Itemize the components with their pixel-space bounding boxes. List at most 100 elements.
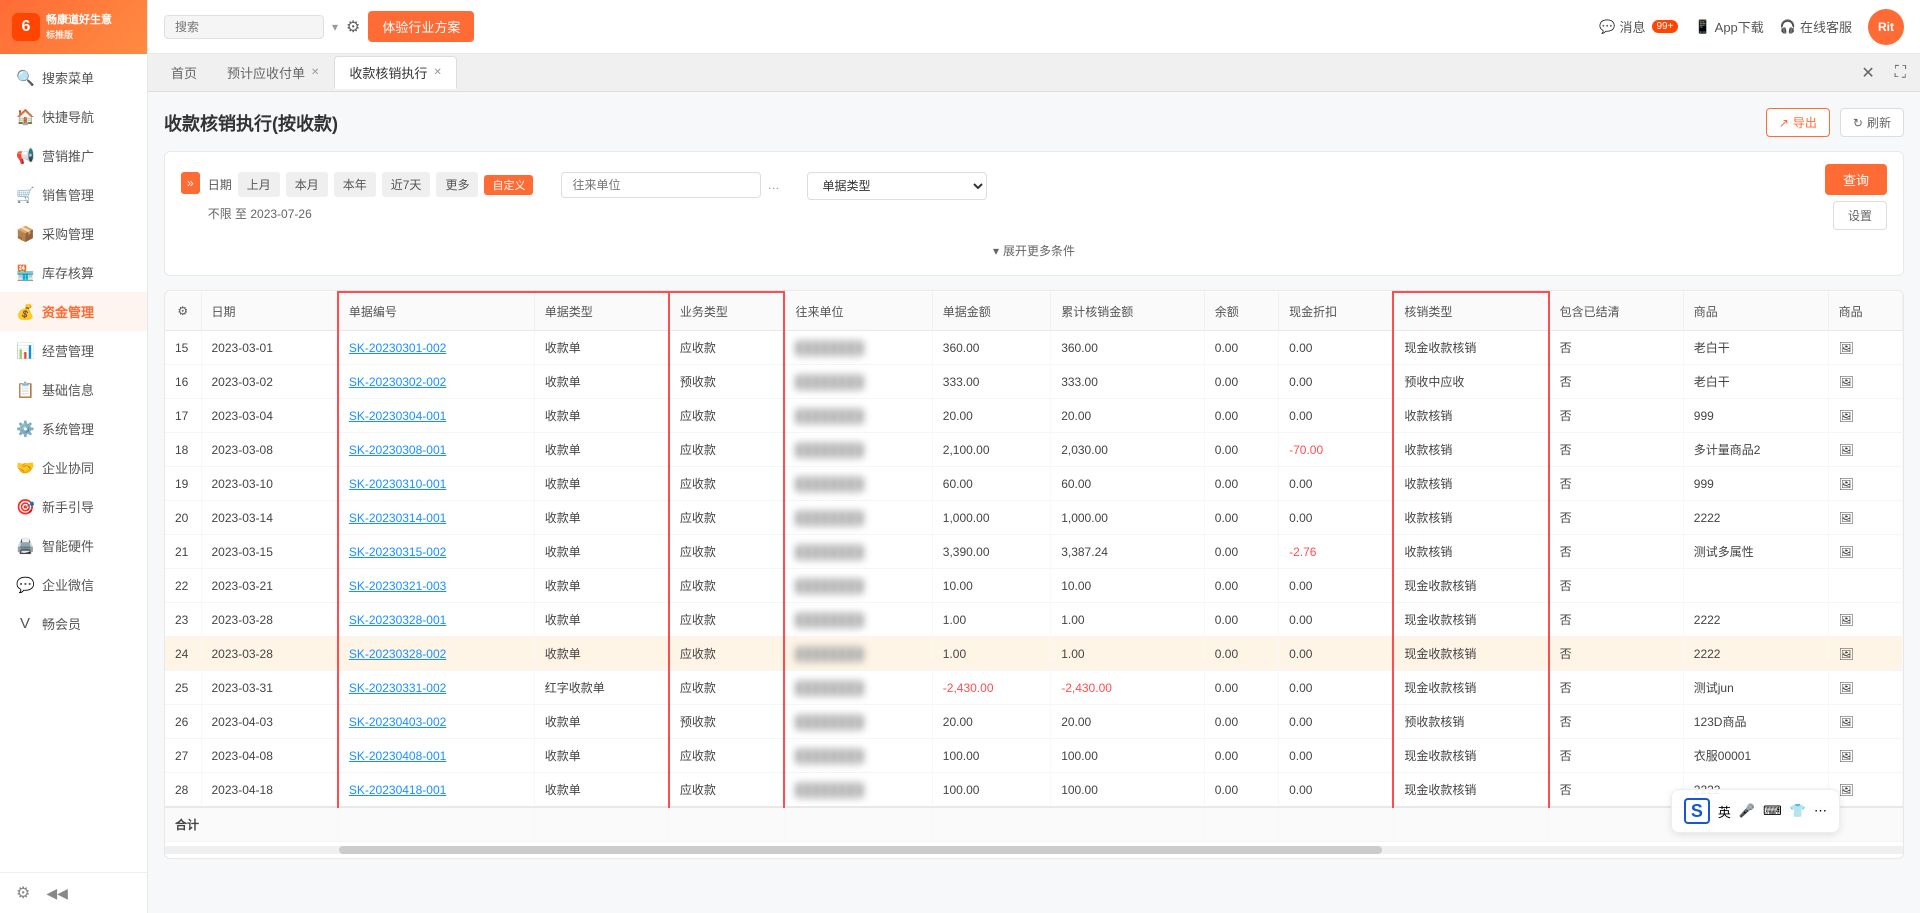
cell-voucher-no[interactable]: SK-20230321-003 (338, 569, 534, 603)
query-button[interactable]: 查询 (1825, 164, 1887, 195)
cell-writeoff-type: 收款核销 (1393, 399, 1548, 433)
tab-maximize-button[interactable]: ⛶ (1889, 59, 1912, 87)
messages-action[interactable]: 💬 消息 99+ (1599, 17, 1678, 36)
tab-receipt-close-icon[interactable]: ✕ (433, 67, 441, 78)
cell-voucher-type: 收款单 (534, 637, 669, 671)
table-scroll-wrapper[interactable]: ⚙ 日期 单据编号 单据类型 业务类型 往来单位 单据金额 累计核销金额 余额 … (165, 291, 1903, 842)
cell-voucher-no[interactable]: SK-20230408-001 (338, 739, 534, 773)
filter-date-this-month[interactable]: 本月 (286, 172, 328, 197)
filter-date-custom[interactable]: 自定义 (484, 175, 533, 195)
user-avatar-action[interactable]: Rit (1868, 9, 1904, 45)
tab-receipt[interactable]: 收款核销执行 ✕ (334, 56, 456, 89)
sidebar-item-sales[interactable]: 🛒 销售管理 (0, 175, 147, 214)
more-icon[interactable]: ⋯ (1814, 803, 1827, 819)
sidebar-item-operation[interactable]: 📊 经营管理 (0, 331, 147, 370)
shirt-icon[interactable]: 👕 (1790, 803, 1806, 819)
header-gear-icon[interactable]: ⚙ (346, 17, 360, 37)
cell-voucher-no[interactable]: SK-20230304-001 (338, 399, 534, 433)
cell-writeoff-type: 现金收款核销 (1393, 603, 1548, 637)
cell-voucher-no[interactable]: SK-20230314-001 (338, 501, 534, 535)
cell-voucher-type: 收款单 (534, 569, 669, 603)
partner-input[interactable] (561, 172, 761, 198)
cell-row-no: 28 (165, 773, 201, 808)
sidebar-item-basic[interactable]: 📋 基础信息 (0, 370, 147, 409)
cell-voucher-no[interactable]: SK-20230328-001 (338, 603, 534, 637)
sidebar-settings-icon[interactable]: ⚙ (16, 883, 30, 903)
cell-voucher-no-link[interactable]: SK-20230418-001 (349, 783, 446, 797)
partner-more-icon[interactable]: … (767, 178, 779, 192)
table-row: 182023-03-08SK-20230308-001收款单应收款███████… (165, 433, 1903, 467)
refresh-button[interactable]: ↻ 刷新 (1840, 108, 1904, 137)
tab-home[interactable]: 首页 (156, 56, 212, 89)
cell-voucher-no-link[interactable]: SK-20230301-002 (349, 341, 446, 355)
cell-include-settled: 否 (1549, 671, 1684, 705)
cell-voucher-no-link[interactable]: SK-20230314-001 (349, 511, 446, 525)
solution-button[interactable]: 体验行业方案 (368, 11, 474, 42)
cell-voucher-no-link[interactable]: SK-20230403-002 (349, 715, 446, 729)
sidebar-collapse-icon[interactable]: ◀◀ (46, 885, 68, 902)
table-settings-icon[interactable]: ⚙ (177, 304, 188, 318)
cell-voucher-no-link[interactable]: SK-20230315-002 (349, 545, 446, 559)
online-service-action[interactable]: 🎧 在线客服 (1780, 17, 1852, 36)
filter-date-7days[interactable]: 近7天 (382, 172, 431, 197)
cell-voucher-no-link[interactable]: SK-20230302-002 (349, 375, 446, 389)
cell-voucher-no[interactable]: SK-20230331-002 (338, 671, 534, 705)
filter-date-this-year[interactable]: 本年 (334, 172, 376, 197)
tab-presale[interactable]: 预计应收付单 ✕ (212, 56, 334, 89)
cell-voucher-no-link[interactable]: SK-20230310-001 (349, 477, 446, 491)
cell-voucher-no-link[interactable]: SK-20230328-002 (349, 647, 446, 661)
sidebar-item-inventory[interactable]: 🏪 库存核算 (0, 253, 147, 292)
nav-search-input[interactable] (164, 15, 324, 39)
table-scroll-bar[interactable] (165, 846, 1903, 854)
tab-close-all-button[interactable]: ✕ (1855, 59, 1880, 87)
sidebar-item-purchase[interactable]: 📦 采购管理 (0, 214, 147, 253)
cell-voucher-no-link[interactable]: SK-20230328-001 (349, 613, 446, 627)
filter-date-more[interactable]: 更多 (436, 172, 478, 197)
cell-row-no: 21 (165, 535, 201, 569)
microphone-icon[interactable]: 🎤 (1739, 803, 1755, 819)
sidebar-item-marketing[interactable]: 📢 营销推广 (0, 136, 147, 175)
keyboard-icon[interactable]: ⌨ (1763, 803, 1782, 819)
sidebar-item-label: 系统管理 (42, 419, 94, 438)
cell-cash-discount: 0.00 (1279, 467, 1394, 501)
cell-voucher-no[interactable]: SK-20230418-001 (338, 773, 534, 808)
sidebar-item-guide[interactable]: 🎯 新手引导 (0, 487, 147, 526)
cell-voucher-no[interactable]: SK-20230403-002 (338, 705, 534, 739)
col-settings[interactable]: ⚙ (165, 292, 201, 331)
cell-voucher-no[interactable]: SK-20230301-002 (338, 331, 534, 365)
cell-voucher-no[interactable]: SK-20230315-002 (338, 535, 534, 569)
filter-date-last-month[interactable]: 上月 (238, 172, 280, 197)
cell-voucher-no-link[interactable]: SK-20230321-003 (349, 579, 446, 593)
expand-arrow-icon[interactable]: » (181, 172, 200, 194)
voucher-type-select[interactable]: 单据类型 (807, 172, 987, 200)
sidebar-item-search[interactable]: 🔍 搜索菜单 (0, 58, 147, 97)
app-download-action[interactable]: 📱 App下载 (1694, 17, 1763, 36)
sidebar-item-hardware[interactable]: 🖨️ 智能硬件 (0, 526, 147, 565)
cell-balance: 0.00 (1204, 467, 1278, 501)
cell-voucher-type: 收款单 (534, 773, 669, 808)
filter-expand-toggle[interactable]: » (181, 176, 200, 190)
cell-include-settled: 否 (1549, 773, 1684, 808)
cell-voucher-no-link[interactable]: SK-20230408-001 (349, 749, 446, 763)
sidebar-item-member[interactable]: V 畅会员 (0, 604, 147, 643)
sidebar-item-system[interactable]: ⚙️ 系统管理 (0, 409, 147, 448)
cell-voucher-no-link[interactable]: SK-20230304-001 (349, 409, 446, 423)
sidebar-item-shortcuts[interactable]: 🏠 快捷导航 (0, 97, 147, 136)
filter-settings-button[interactable]: 设置 (1833, 201, 1887, 230)
cell-biz-type: 应收款 (669, 501, 785, 535)
sidebar-item-wechat[interactable]: 💬 企业微信 (0, 565, 147, 604)
sidebar-item-enterprise[interactable]: 🤝 企业协同 (0, 448, 147, 487)
sidebar-item-finance[interactable]: 💰 资金管理 (0, 292, 147, 331)
cell-voucher-no-link[interactable]: SK-20230308-001 (349, 443, 446, 457)
table-total-row: 合计 (165, 807, 1903, 842)
export-button[interactable]: ↗ 导出 (1766, 108, 1830, 137)
cell-voucher-no[interactable]: SK-20230302-002 (338, 365, 534, 399)
tab-presale-close-icon[interactable]: ✕ (311, 67, 319, 78)
cell-voucher-no[interactable]: SK-20230328-002 (338, 637, 534, 671)
cell-voucher-no[interactable]: SK-20230308-001 (338, 433, 534, 467)
filter-expand-button[interactable]: ▾ 展开更多条件 (981, 238, 1087, 263)
cell-balance: 0.00 (1204, 399, 1278, 433)
col-balance: 余额 (1204, 292, 1278, 331)
cell-voucher-no-link[interactable]: SK-20230331-002 (349, 681, 446, 695)
cell-voucher-no[interactable]: SK-20230310-001 (338, 467, 534, 501)
